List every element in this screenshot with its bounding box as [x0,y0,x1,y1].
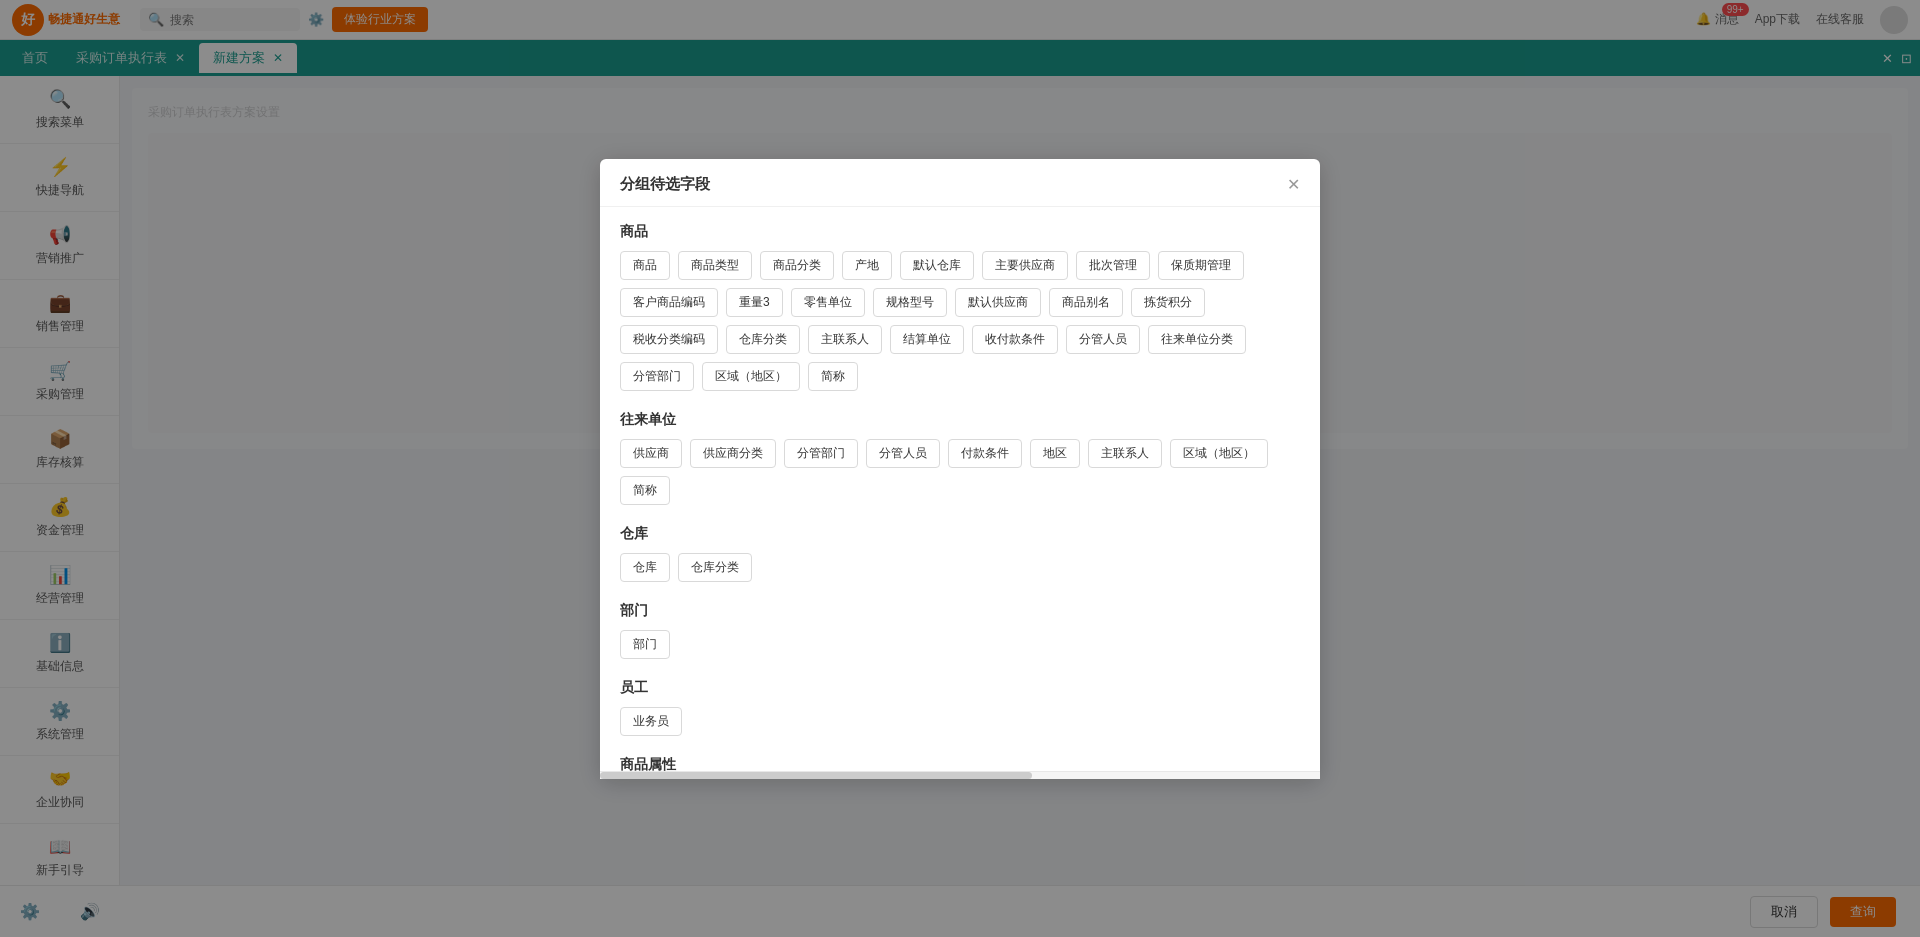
field-tag[interactable]: 分管部门 [784,439,858,468]
field-tag[interactable]: 简称 [808,362,858,391]
modal-header: 分组待选字段 ✕ [600,159,1320,207]
field-tag[interactable]: 区域（地区） [1170,439,1268,468]
field-tag[interactable]: 供应商 [620,439,682,468]
field-tag[interactable]: 重量3 [726,288,783,317]
field-tag[interactable]: 分管人员 [866,439,940,468]
section-employee-title: 员工 [620,679,1300,697]
field-tag[interactable]: 零售单位 [791,288,865,317]
section-warehouse-title: 仓库 [620,525,1300,543]
field-tag[interactable]: 仓库分类 [678,553,752,582]
field-tag[interactable]: 仓库 [620,553,670,582]
field-tag[interactable]: 往来单位分类 [1148,325,1246,354]
field-tag[interactable]: 默认仓库 [900,251,974,280]
field-tag[interactable]: 结算单位 [890,325,964,354]
section-product: 商品 商品 商品类型 商品分类 产地 默认仓库 主要供应商 批次管理 保质期管理… [620,223,1300,391]
section-product-title: 商品 [620,223,1300,241]
field-tag[interactable]: 业务员 [620,707,682,736]
modal-overlay: 分组待选字段 ✕ 商品 商品 商品类型 商品分类 产地 默认仓库 主要供应商 批… [0,0,1920,937]
field-tag[interactable]: 分管部门 [620,362,694,391]
section-product-attr: 商品属性 属性 颜色 多规格 尺码 鞋码 1 [620,756,1300,771]
section-counterparty-fields: 供应商 供应商分类 分管部门 分管人员 付款条件 地区 主联系人 区域（地区） … [620,439,1300,505]
field-tag[interactable]: 主联系人 [1088,439,1162,468]
field-tag[interactable]: 分管人员 [1066,325,1140,354]
section-warehouse-fields: 仓库 仓库分类 [620,553,1300,582]
field-tag[interactable]: 主联系人 [808,325,882,354]
field-tag[interactable]: 产地 [842,251,892,280]
section-employee: 员工 业务员 [620,679,1300,736]
field-tag[interactable]: 地区 [1030,439,1080,468]
field-tag[interactable]: 商品类型 [678,251,752,280]
field-tag[interactable]: 部门 [620,630,670,659]
field-tag[interactable]: 客户商品编码 [620,288,718,317]
modal-close-button[interactable]: ✕ [1287,175,1300,194]
section-department: 部门 部门 [620,602,1300,659]
field-tag[interactable]: 收付款条件 [972,325,1058,354]
field-tag[interactable]: 默认供应商 [955,288,1041,317]
section-product-fields: 商品 商品类型 商品分类 产地 默认仓库 主要供应商 批次管理 保质期管理 客户… [620,251,1300,391]
field-tag[interactable]: 保质期管理 [1158,251,1244,280]
section-department-title: 部门 [620,602,1300,620]
field-tag[interactable]: 区域（地区） [702,362,800,391]
field-tag[interactable]: 拣货积分 [1131,288,1205,317]
section-department-fields: 部门 [620,630,1300,659]
field-tag[interactable]: 商品 [620,251,670,280]
field-tag[interactable]: 规格型号 [873,288,947,317]
section-product-attr-title: 商品属性 [620,756,1300,771]
field-tag[interactable]: 供应商分类 [690,439,776,468]
field-tag[interactable]: 税收分类编码 [620,325,718,354]
field-tag[interactable]: 主要供应商 [982,251,1068,280]
field-tag[interactable]: 付款条件 [948,439,1022,468]
section-counterparty-title: 往来单位 [620,411,1300,429]
field-tag[interactable]: 批次管理 [1076,251,1150,280]
section-employee-fields: 业务员 [620,707,1300,736]
field-select-modal: 分组待选字段 ✕ 商品 商品 商品类型 商品分类 产地 默认仓库 主要供应商 批… [600,159,1320,779]
section-warehouse: 仓库 仓库 仓库分类 [620,525,1300,582]
field-tag[interactable]: 商品分类 [760,251,834,280]
field-tag[interactable]: 简称 [620,476,670,505]
modal-body: 商品 商品 商品类型 商品分类 产地 默认仓库 主要供应商 批次管理 保质期管理… [600,207,1320,771]
modal-horizontal-scrollbar[interactable] [600,771,1320,779]
field-tag[interactable]: 仓库分类 [726,325,800,354]
modal-title: 分组待选字段 [620,175,710,194]
field-tag[interactable]: 商品别名 [1049,288,1123,317]
section-counterparty: 往来单位 供应商 供应商分类 分管部门 分管人员 付款条件 地区 主联系人 区域… [620,411,1300,505]
